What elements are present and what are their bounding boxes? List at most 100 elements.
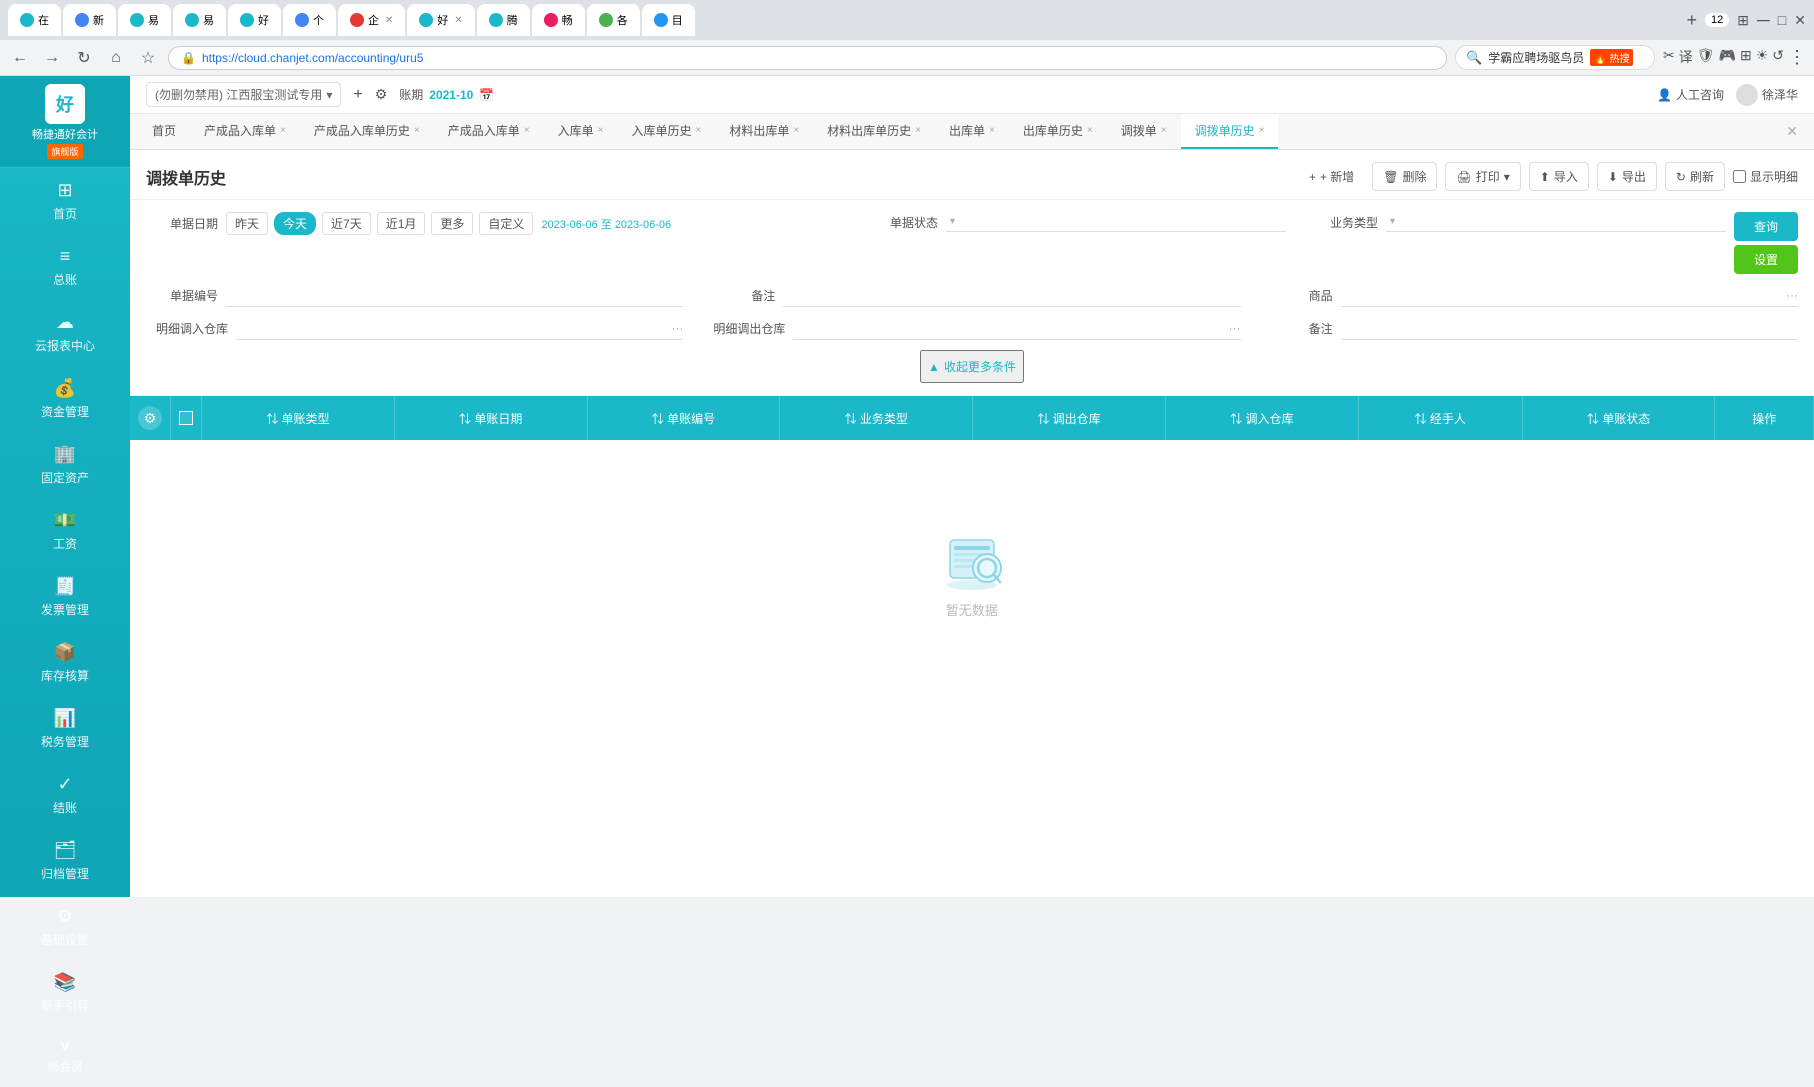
tab-finished-goods-in[interactable]: 产成品入库单 × xyxy=(190,114,300,149)
sidebar-item-payroll[interactable]: 💵 工资 xyxy=(0,498,130,564)
tab-stock-in-history[interactable]: 入库单历史 × xyxy=(617,114,715,149)
display-toggle[interactable]: 显示明细 xyxy=(1733,168,1798,185)
col-out-warehouse[interactable]: ⇅ 调出仓库 xyxy=(973,396,1166,440)
scissors-icon[interactable]: ✂ xyxy=(1663,47,1675,68)
service-button[interactable]: 👤 人工咨询 xyxy=(1657,86,1724,103)
forward-button[interactable]: → xyxy=(40,46,64,70)
1month-btn[interactable]: 近1月 xyxy=(377,212,426,235)
doc-no-input[interactable] xyxy=(226,284,683,307)
tab-close-icon[interactable]: × xyxy=(598,125,604,136)
detail-in-select[interactable]: ··· xyxy=(236,317,683,340)
browser-tab-10[interactable]: 畅 xyxy=(532,4,585,36)
tab-close-icon[interactable]: × xyxy=(280,125,286,136)
minimize-icon[interactable]: ─ xyxy=(1757,10,1770,31)
home-button[interactable]: ⌂ xyxy=(104,46,128,70)
col-doc-date[interactable]: ⇅ 单账日期 xyxy=(394,396,587,440)
tab-stock-out[interactable]: 出库单 × xyxy=(935,114,1009,149)
sidebar-item-invoice[interactable]: 🧾 发票管理 xyxy=(0,564,130,630)
tab-close-active-icon[interactable]: × xyxy=(1259,125,1265,136)
tab-material-out[interactable]: 材料出库单 × xyxy=(715,114,813,149)
ext2-icon[interactable]: 🎮 xyxy=(1719,47,1736,68)
tab-close-icon[interactable]: × xyxy=(414,125,420,136)
browser-tab-5[interactable]: 好 xyxy=(228,4,281,36)
detail-out-ellipsis-icon[interactable]: ··· xyxy=(1229,321,1241,335)
tab-close-icon[interactable]: × xyxy=(915,125,921,136)
tab-finished-goods-in2[interactable]: 产成品入库单 × xyxy=(434,114,544,149)
sidebar-item-reports[interactable]: ☁ 云报表中心 xyxy=(0,300,130,366)
table-gear-icon[interactable]: ⚙ xyxy=(138,406,162,430)
translate-icon[interactable]: 译 xyxy=(1679,47,1693,68)
browser-tab-12[interactable]: 目 xyxy=(642,4,695,36)
sidebar-item-finance[interactable]: 💰 资金管理 xyxy=(0,366,130,432)
sidebar-item-assets[interactable]: 🏢 固定资产 xyxy=(0,432,130,498)
print-button[interactable]: 🖨 打印 ▾ xyxy=(1445,162,1520,191)
settings-column[interactable]: ⚙ xyxy=(130,396,171,440)
sidebar-item-archive[interactable]: 🗂 归档管理 xyxy=(0,828,130,894)
menu-icon[interactable]: ⋮ xyxy=(1788,47,1806,68)
tab-close-icon[interactable]: × xyxy=(1087,125,1093,136)
tab-close-icon[interactable]: × xyxy=(695,125,701,136)
print-dropdown-icon[interactable]: ▾ xyxy=(1504,170,1510,184)
sidebar-item-guide[interactable]: 📚 新手引导 xyxy=(0,960,130,1026)
goods-select[interactable]: ··· xyxy=(1341,284,1798,307)
address-bar[interactable]: 🔒 https://cloud.chanjet.com/accounting/u… xyxy=(168,46,1447,70)
browser-tab-4[interactable]: 易 xyxy=(173,4,226,36)
tab-stock-out-history[interactable]: 出库单历史 × xyxy=(1009,114,1107,149)
custom-btn[interactable]: 自定义 xyxy=(479,212,533,235)
select-all-checkbox[interactable] xyxy=(179,411,193,425)
sidebar-item-ledger[interactable]: ≡ 总账 xyxy=(0,234,130,300)
sidebar-item-tax[interactable]: 📊 税务管理 xyxy=(0,696,130,762)
checkbox-column[interactable] xyxy=(171,396,202,440)
browser-tab-2[interactable]: 新 xyxy=(63,4,116,36)
browser-tab-11[interactable]: 各 xyxy=(587,4,640,36)
browser-tab-9[interactable]: 腾 xyxy=(477,4,530,36)
col-doc-status[interactable]: ⇅ 单账状态 xyxy=(1522,396,1715,440)
browser-tab-1[interactable]: 在 xyxy=(8,4,61,36)
tab-bar-close[interactable]: ✕ xyxy=(1778,123,1806,140)
remark-input[interactable] xyxy=(783,284,1240,307)
tab-close-icon[interactable]: × xyxy=(989,125,995,136)
browser-tab-3[interactable]: 易 xyxy=(118,4,171,36)
col-doc-type[interactable]: ⇅ 单账类型 xyxy=(202,396,395,440)
ext1-icon[interactable]: 🛡 xyxy=(1697,47,1715,68)
add-company-button[interactable]: + xyxy=(353,86,362,104)
display-checkbox[interactable] xyxy=(1733,170,1746,183)
search-bar[interactable]: 🔍 学霸应聘场驱鸟员 🔥 热搜 xyxy=(1455,45,1655,70)
tab-close-icon[interactable]: × xyxy=(1161,125,1167,136)
tab-material-out-history[interactable]: 材料出库单历史 × xyxy=(813,114,935,149)
detail-out-select[interactable]: ··· xyxy=(793,317,1240,340)
col-handler[interactable]: ⇅ 经手人 xyxy=(1358,396,1522,440)
status-select[interactable]: ▾ xyxy=(946,212,1286,232)
tab-transfer[interactable]: 调拨单 × xyxy=(1107,114,1181,149)
delete-button[interactable]: 🗑 删除 xyxy=(1372,162,1437,191)
detail-remark-input[interactable] xyxy=(1341,317,1798,340)
star-button[interactable]: ☆ xyxy=(136,46,160,70)
tab-finished-goods-history[interactable]: 产成品入库单历史 × xyxy=(300,114,434,149)
browser-tab-7[interactable]: 企 ✕ xyxy=(338,4,405,36)
back-button[interactable]: ← xyxy=(8,46,32,70)
tab-close-icon[interactable]: × xyxy=(793,125,799,136)
goods-ellipsis-icon[interactable]: ··· xyxy=(1786,288,1798,302)
maximize-icon[interactable]: □ xyxy=(1778,12,1786,28)
tab-close-8[interactable]: ✕ xyxy=(454,15,462,26)
sidebar-item-home[interactable]: ⊞ 首页 xyxy=(0,168,130,234)
gear-icon[interactable]: ⚙ xyxy=(375,86,388,103)
sidebar-item-close[interactable]: ✓ 结账 xyxy=(0,762,130,828)
business-type-select[interactable]: ▾ xyxy=(1386,212,1726,232)
today-btn[interactable]: 今天 xyxy=(274,212,316,235)
sidebar-item-inventory[interactable]: 📦 库存核算 xyxy=(0,630,130,696)
tab-close-icon[interactable]: × xyxy=(524,125,530,136)
new-button[interactable]: + + 新增 xyxy=(1299,163,1364,190)
import-button[interactable]: ⬆ 导入 xyxy=(1529,162,1589,191)
filter-settings-button[interactable]: 设置 xyxy=(1734,245,1798,274)
yesterday-btn[interactable]: 昨天 xyxy=(226,212,268,235)
tab-close-7[interactable]: ✕ xyxy=(385,15,393,26)
refresh-button[interactable]: ↻ xyxy=(72,46,96,70)
more-btn[interactable]: 更多 xyxy=(431,212,473,235)
brightness-icon[interactable]: ☀ xyxy=(1756,47,1769,68)
tab-grid-icon[interactable]: ⊞ xyxy=(1737,12,1749,29)
tab-stock-in[interactable]: 入库单 × xyxy=(544,114,618,149)
col-doc-no[interactable]: ⇅ 单账编号 xyxy=(587,396,780,440)
sidebar-item-member[interactable]: V 畅会员 xyxy=(0,1026,130,1087)
new-tab-button[interactable]: + xyxy=(1683,10,1702,31)
